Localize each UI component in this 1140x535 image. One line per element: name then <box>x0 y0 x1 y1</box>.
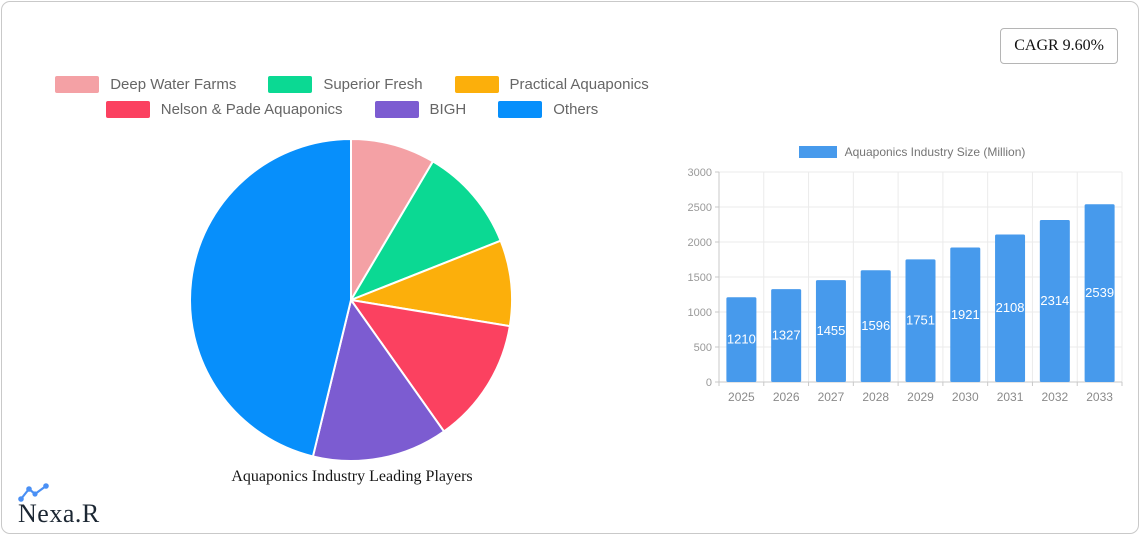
pie-legend: Deep Water Farms Superior Fresh Practical … <box>2 76 702 118</box>
legend-label: Others <box>553 101 599 118</box>
bar-value-label: 1921 <box>951 307 980 322</box>
legend-item-superior-fresh[interactable]: Superior Fresh <box>268 76 423 93</box>
x-tick-label: 2026 <box>773 390 800 404</box>
x-tick-label: 2028 <box>862 390 889 404</box>
x-tick-label: 2029 <box>907 390 934 404</box>
pie-legend-row: Nelson & Pade Aquaponics BIGH Others <box>105 101 598 118</box>
legend-item-nelson-pade-aquaponics[interactable]: Nelson & Pade Aquaponics <box>105 101 343 118</box>
legend-swatch <box>374 101 419 118</box>
x-tick-label: 2031 <box>997 390 1024 404</box>
legend-label: BIGH <box>429 101 467 118</box>
bar-value-label: 2314 <box>1040 293 1069 308</box>
y-tick-label: 2500 <box>688 202 712 214</box>
y-tick-label: 500 <box>694 342 712 354</box>
legend-label: Deep Water Farms <box>110 76 237 93</box>
legend-swatch <box>454 76 499 93</box>
bar-value-label: 1455 <box>816 323 845 338</box>
bar-legend-label: Aquaponics Industry Size (Million) <box>844 145 1026 159</box>
report-card: CAGR 9.60% Deep Water Farms Superior Fres… <box>1 1 1139 534</box>
bar-legend-swatch <box>798 146 837 158</box>
pie-chart <box>189 138 513 462</box>
x-tick-label: 2033 <box>1086 390 1113 404</box>
y-tick-label: 0 <box>706 377 712 389</box>
logo: Nexa.R <box>16 483 100 528</box>
logo-line-chart-icon <box>18 483 49 502</box>
bar-legend-item[interactable]: Aquaponics Industry Size (Million) <box>687 142 1137 162</box>
legend-item-bigh[interactable]: BIGH <box>374 101 467 118</box>
legend-swatch <box>105 101 150 118</box>
legend-item-others[interactable]: Others <box>498 101 598 118</box>
pie-legend-row: Deep Water Farms Superior Fresh Practical … <box>55 76 649 93</box>
legend-swatch <box>268 76 313 93</box>
y-tick-label: 2000 <box>688 237 712 249</box>
legend-label: Practical Aquaponics <box>509 76 649 93</box>
cagr-badge: CAGR 9.60% <box>1000 28 1118 64</box>
y-tick-label: 1000 <box>688 307 712 319</box>
legend-label: Nelson & Pade Aquaponics <box>160 101 343 118</box>
bar-value-label: 1210 <box>727 332 756 347</box>
bar-value-label: 1751 <box>906 313 935 328</box>
y-tick-label: 1500 <box>688 272 712 284</box>
bar-value-label: 1596 <box>861 318 890 333</box>
bar-chart: 0 500 1000 1500 2000 2500 3000 1210 2025 1327 2026… <box>688 167 1123 404</box>
x-tick-label: 2025 <box>728 390 755 404</box>
x-tick-label: 2032 <box>1041 390 1068 404</box>
y-tick-label: 3000 <box>688 167 712 179</box>
bar-chart-section: Aquaponics Industry Size (Million) 0 500 1… <box>687 142 1137 432</box>
bar-value-label: 1327 <box>772 328 801 343</box>
bar-value-label: 2539 <box>1085 285 1114 300</box>
legend-swatch <box>498 101 543 118</box>
pie-chart-title: Aquaponics Industry Leading Players <box>231 468 473 485</box>
bar-value-label: 2108 <box>996 300 1025 315</box>
legend-item-deep-water-farms[interactable]: Deep Water Farms <box>55 76 236 93</box>
x-tick-label: 2030 <box>952 390 979 404</box>
legend-item-practical-aquaponics[interactable]: Practical Aquaponics <box>454 76 649 93</box>
legend-label: Superior Fresh <box>323 76 423 93</box>
x-tick-label: 2027 <box>818 390 845 404</box>
pie-chart-section: Deep Water Farms Superior Fresh Practical … <box>2 2 702 533</box>
legend-swatch <box>55 76 100 93</box>
